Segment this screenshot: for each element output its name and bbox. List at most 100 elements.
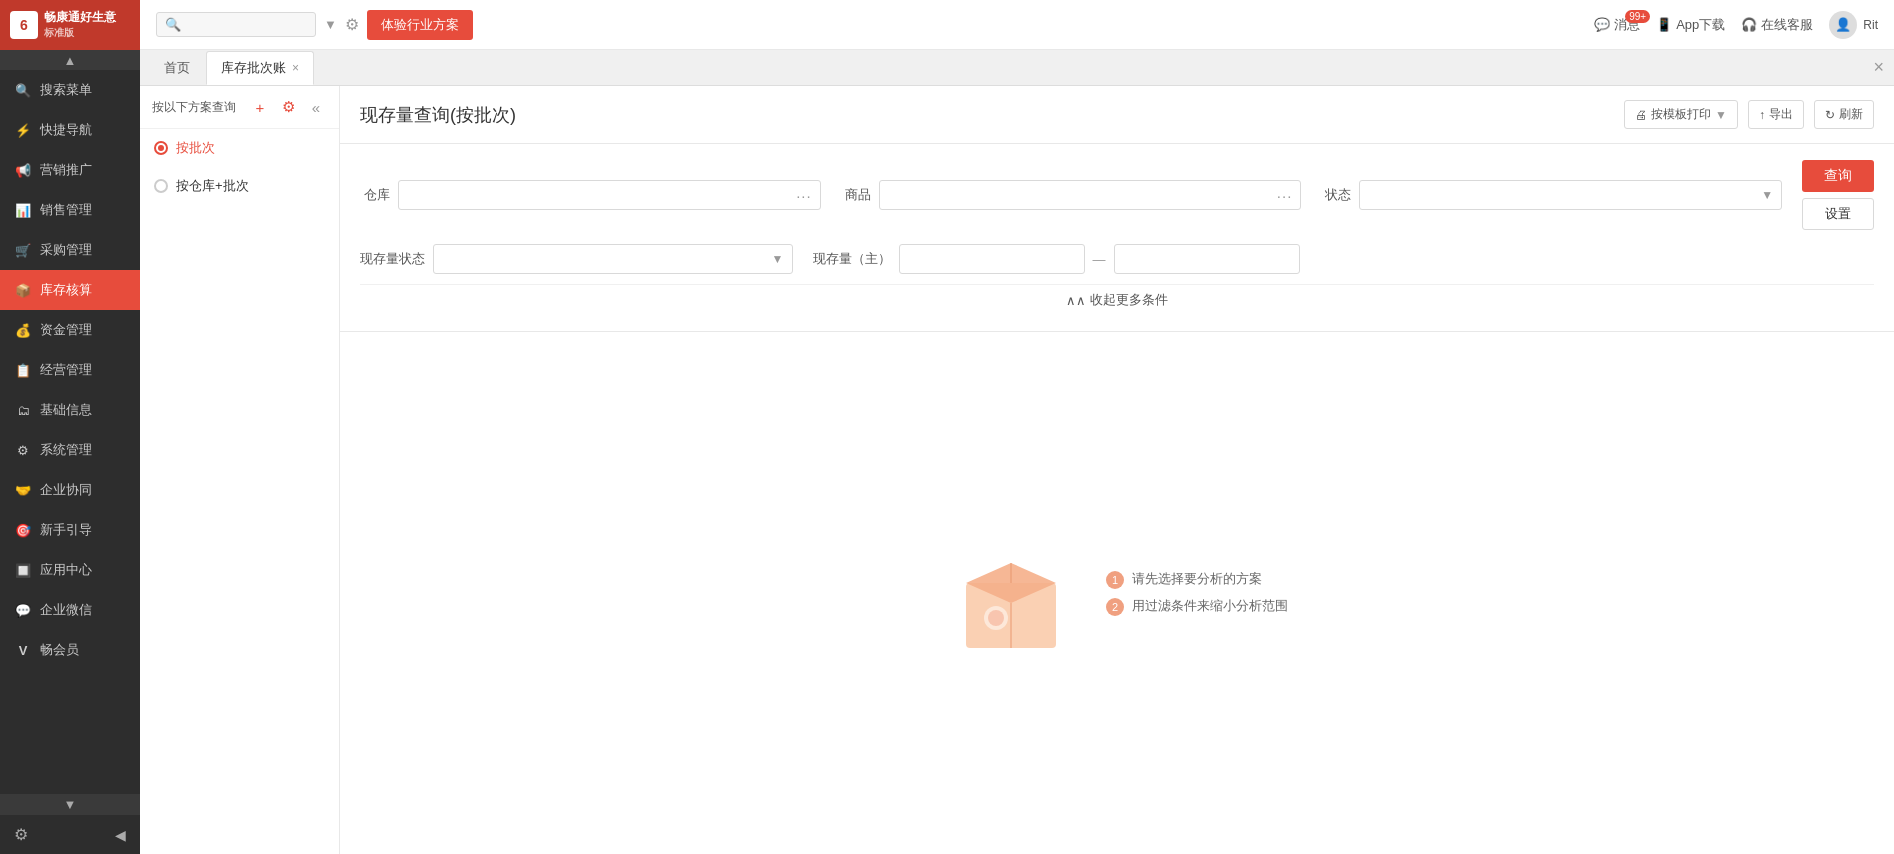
footer-collapse-btn[interactable]: ◀ bbox=[115, 827, 126, 843]
topbar: 🔍 ▼ ⚙ 体验行业方案 💬 消息 99+ 📱 App下载 🎧 在线客服 👤 bbox=[140, 0, 1894, 50]
sidebar-item-finance[interactable]: 💰 资金管理 bbox=[0, 310, 140, 350]
collapse-bar[interactable]: ∧∧ 收起更多条件 bbox=[360, 284, 1874, 315]
tab-home[interactable]: 首页 bbox=[150, 52, 204, 84]
status-label: 状态 bbox=[1321, 186, 1351, 204]
sidebar-scroll-down[interactable]: ▼ bbox=[0, 794, 140, 814]
stock-amount-to[interactable] bbox=[1114, 244, 1300, 274]
app-download-btn[interactable]: 📱 App下载 bbox=[1656, 16, 1725, 34]
warehouse-field: 仓库 ··· bbox=[360, 180, 821, 210]
messages-btn[interactable]: 💬 消息 99+ bbox=[1594, 16, 1640, 34]
filter-panel: 按以下方案查询 + ⚙ « 按批次 bbox=[140, 86, 340, 854]
sidebar-header: 6 畅康通好生意 标准版 bbox=[0, 0, 140, 50]
chat-icon: 💬 bbox=[14, 601, 32, 619]
filter-item-warehouse-batch[interactable]: 按仓库+批次 bbox=[140, 167, 339, 205]
headset-icon: 🎧 bbox=[1741, 17, 1757, 32]
filter-collapse-btn[interactable]: « bbox=[305, 96, 327, 118]
username: Rit bbox=[1863, 18, 1878, 32]
warehouse-dots[interactable]: ··· bbox=[796, 187, 812, 204]
hint-item-1: 1 请先选择要分析的方案 bbox=[1106, 570, 1288, 589]
warehouse-input[interactable]: ··· bbox=[398, 180, 821, 210]
content-area: 按以下方案查询 + ⚙ « 按批次 bbox=[140, 86, 1894, 854]
product-input[interactable]: ··· bbox=[879, 180, 1302, 210]
product-field: 商品 ··· bbox=[841, 180, 1302, 210]
sidebar-item-inventory[interactable]: 📦 库存核算 bbox=[0, 270, 140, 310]
app-logo: 6 bbox=[10, 11, 38, 39]
export-btn[interactable]: ↑ 导出 bbox=[1748, 100, 1804, 129]
hint-text-1: 请先选择要分析的方案 bbox=[1132, 570, 1262, 588]
status-select[interactable]: ▼ bbox=[1359, 180, 1782, 210]
stock-status-field: 现存量状态 ▼ bbox=[360, 244, 793, 274]
member-icon: V bbox=[14, 641, 32, 659]
sidebar-item-guide[interactable]: 🎯 新手引导 bbox=[0, 510, 140, 550]
hint-num-1: 1 bbox=[1106, 571, 1124, 589]
filter-panel-header: 按以下方案查询 + ⚙ « bbox=[140, 86, 339, 129]
topbar-settings-btn[interactable]: ⚙ bbox=[345, 15, 359, 34]
right-content: 现存量查询(按批次) 🖨 按模板打印 ▼ ↑ 导出 ↻ 刷新 bbox=[340, 86, 1894, 854]
topbar-left: 🔍 ▼ ⚙ 体验行业方案 bbox=[156, 10, 1584, 40]
sidebar-item-basic[interactable]: 🗂 基础信息 bbox=[0, 390, 140, 430]
query-actions: 查询 设置 bbox=[1802, 160, 1874, 230]
refresh-btn[interactable]: ↻ 刷新 bbox=[1814, 100, 1874, 129]
footer-settings-btn[interactable]: ⚙ bbox=[14, 825, 28, 844]
sidebar-item-quick-nav[interactable]: ⚡ 快捷导航 bbox=[0, 110, 140, 150]
app-version: 标准版 bbox=[44, 26, 116, 40]
hint-text-2: 用过滤条件来缩小分析范围 bbox=[1132, 597, 1288, 615]
main-area: 🔍 ▼ ⚙ 体验行业方案 💬 消息 99+ 📱 App下载 🎧 在线客服 👤 bbox=[140, 0, 1894, 854]
status-dropdown-icon: ▼ bbox=[1761, 188, 1773, 202]
sidebar-item-system[interactable]: ⚙ 系统管理 bbox=[0, 430, 140, 470]
search-row-2: 现存量状态 ▼ 现存量（主） — bbox=[360, 244, 1874, 274]
filter-actions: + ⚙ « bbox=[249, 96, 327, 118]
tab-panel-close-btn[interactable]: × bbox=[1873, 57, 1884, 78]
sidebar-item-purchase[interactable]: 🛒 采购管理 bbox=[0, 230, 140, 270]
messages-badge: 99+ bbox=[1625, 10, 1650, 23]
export-icon: ↑ bbox=[1759, 108, 1765, 122]
sidebar-item-wechat[interactable]: 💬 企业微信 bbox=[0, 590, 140, 630]
refresh-icon: ↻ bbox=[1825, 108, 1835, 122]
tab-inventory-batch[interactable]: 库存批次账 × bbox=[206, 51, 314, 85]
sidebar-item-search[interactable]: 🔍 搜索菜单 bbox=[0, 70, 140, 110]
topbar-search-box[interactable]: 🔍 bbox=[156, 12, 316, 37]
chart-icon: 📊 bbox=[14, 201, 32, 219]
sidebar-item-marketing[interactable]: 📢 营销推广 bbox=[0, 150, 140, 190]
user-area[interactable]: 👤 Rit bbox=[1829, 11, 1878, 39]
filter-add-btn[interactable]: + bbox=[249, 96, 271, 118]
filter-item-batch[interactable]: 按批次 bbox=[140, 129, 339, 167]
search-icon: 🔍 bbox=[14, 81, 32, 99]
sidebar: 6 畅康通好生意 标准版 ▲ 🔍 搜索菜单 ⚡ 快捷导航 📢 营销推广 📊 销售… bbox=[0, 0, 140, 854]
warehouse-label: 仓库 bbox=[360, 186, 390, 204]
query-button[interactable]: 查询 bbox=[1802, 160, 1874, 192]
stock-amount-label: 现存量（主） bbox=[813, 250, 891, 268]
avatar: 👤 bbox=[1829, 11, 1857, 39]
stock-status-select[interactable]: ▼ bbox=[433, 244, 793, 274]
topbar-search-input[interactable] bbox=[187, 18, 287, 32]
print-dropdown-icon: ▼ bbox=[1715, 108, 1727, 122]
sidebar-scroll-up[interactable]: ▲ bbox=[0, 50, 140, 70]
page-actions: 🖨 按模板打印 ▼ ↑ 导出 ↻ 刷新 bbox=[1624, 100, 1874, 129]
status-field: 状态 ▼ bbox=[1321, 180, 1782, 210]
svg-point-5 bbox=[988, 610, 1004, 626]
online-service-btn[interactable]: 🎧 在线客服 bbox=[1741, 16, 1813, 34]
hint-item-2: 2 用过滤条件来缩小分析范围 bbox=[1106, 597, 1288, 616]
handshake-icon: 🤝 bbox=[14, 481, 32, 499]
filter-settings-btn[interactable]: ⚙ bbox=[277, 96, 299, 118]
product-label: 商品 bbox=[841, 186, 871, 204]
sidebar-item-operations[interactable]: 📋 经营管理 bbox=[0, 350, 140, 390]
target-icon: 🎯 bbox=[14, 521, 32, 539]
settings-button[interactable]: 设置 bbox=[1802, 198, 1874, 230]
print-btn[interactable]: 🖨 按模板打印 ▼ bbox=[1624, 100, 1738, 129]
product-dots[interactable]: ··· bbox=[1277, 187, 1293, 204]
sidebar-item-member[interactable]: V 畅会员 bbox=[0, 630, 140, 670]
sidebar-item-enterprise[interactable]: 🤝 企业协同 bbox=[0, 470, 140, 510]
gear-icon: ⚙ bbox=[14, 441, 32, 459]
sidebar-item-sales[interactable]: 📊 销售管理 bbox=[0, 190, 140, 230]
stock-amount-from[interactable] bbox=[899, 244, 1085, 274]
box-icon: 📦 bbox=[14, 281, 32, 299]
tab-close-btn[interactable]: × bbox=[292, 61, 299, 75]
lightning-icon: ⚡ bbox=[14, 121, 32, 139]
topbar-search-icon: 🔍 bbox=[165, 17, 181, 32]
print-icon: 🖨 bbox=[1635, 108, 1647, 122]
money-icon: 💰 bbox=[14, 321, 32, 339]
industry-plan-button[interactable]: 体验行业方案 bbox=[367, 10, 473, 40]
topbar-dropdown-btn[interactable]: ▼ bbox=[324, 17, 337, 32]
sidebar-item-apps[interactable]: 🔲 应用中心 bbox=[0, 550, 140, 590]
